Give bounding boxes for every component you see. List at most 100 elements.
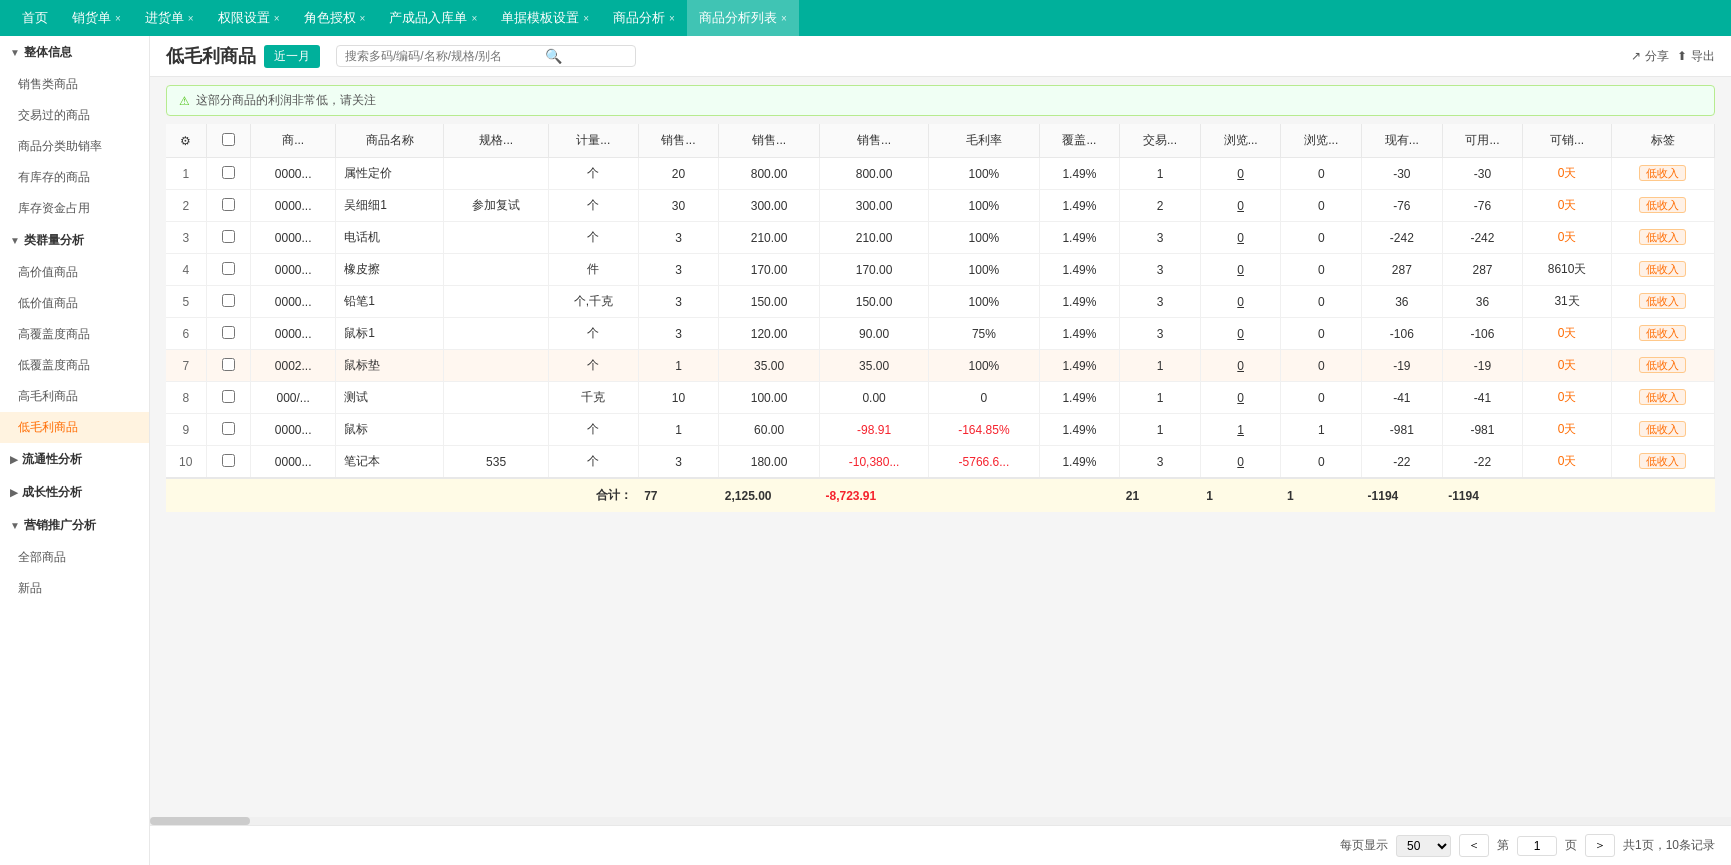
col-saleable[interactable]: 可销... (1523, 124, 1612, 158)
select-all-checkbox[interactable] (222, 133, 235, 146)
cell-checkbox-6[interactable] (206, 350, 251, 382)
cell-view1-5[interactable]: 0 (1200, 318, 1281, 350)
sidebar-item-high-value[interactable]: 高价值商品 (0, 257, 149, 288)
col-tag[interactable]: 标签 (1611, 124, 1714, 158)
sidebar-item-high-margin[interactable]: 高毛利商品 (0, 381, 149, 412)
col-settings[interactable]: ⚙ (166, 124, 206, 158)
col-sale-price[interactable]: 销售... (719, 124, 820, 158)
nav-purchase-order[interactable]: 进货单 × (133, 0, 206, 36)
close-permission-icon[interactable]: × (274, 13, 280, 24)
cell-checkbox-3[interactable] (206, 254, 251, 286)
export-button[interactable]: ⬆ 导出 (1677, 48, 1715, 65)
row-checkbox-8[interactable] (222, 422, 235, 435)
col-trade-count[interactable]: 交易... (1120, 124, 1201, 158)
row-checkbox-5[interactable] (222, 326, 235, 339)
nav-product-analysis[interactable]: 商品分析 × (601, 0, 687, 36)
row-checkbox-3[interactable] (222, 262, 235, 275)
sidebar-item-low-margin[interactable]: 低毛利商品 (0, 412, 149, 443)
nav-sales-order[interactable]: 销货单 × (60, 0, 133, 36)
cell-checkbox-4[interactable] (206, 286, 251, 318)
page-input[interactable] (1517, 836, 1557, 856)
scrollbar-thumb[interactable] (150, 817, 250, 825)
cell-checkbox-7[interactable] (206, 382, 251, 414)
cell-sale-amount-5: 90.00 (819, 318, 928, 350)
cell-view1-9[interactable]: 0 (1200, 446, 1281, 479)
cell-checkbox-8[interactable] (206, 414, 251, 446)
sidebar-group-cluster[interactable]: ▼ 类群量分析 (0, 224, 149, 257)
nav-home[interactable]: 首页 (10, 0, 60, 36)
col-view1[interactable]: 浏览... (1200, 124, 1281, 158)
horizontal-scrollbar[interactable] (150, 817, 1731, 825)
col-unit[interactable]: 计量... (548, 124, 638, 158)
settings-icon[interactable]: ⚙ (180, 134, 191, 148)
row-checkbox-4[interactable] (222, 294, 235, 307)
cell-view1-7[interactable]: 0 (1200, 382, 1281, 414)
row-checkbox-0[interactable] (222, 166, 235, 179)
col-coverage[interactable]: 覆盖... (1039, 124, 1120, 158)
cell-checkbox-0[interactable] (206, 158, 251, 190)
close-analysis-list-icon[interactable]: × (781, 13, 787, 24)
close-template-icon[interactable]: × (583, 13, 589, 24)
row-checkbox-6[interactable] (222, 358, 235, 371)
col-current[interactable]: 现有... (1362, 124, 1443, 158)
row-checkbox-9[interactable] (222, 454, 235, 467)
sidebar-item-high-coverage[interactable]: 高覆盖度商品 (0, 319, 149, 350)
row-checkbox-1[interactable] (222, 198, 235, 211)
share-button[interactable]: ↗ 分享 (1631, 48, 1669, 65)
cell-checkbox-9[interactable] (206, 446, 251, 479)
sidebar-item-all-goods[interactable]: 全部商品 (0, 542, 149, 573)
search-input[interactable] (345, 49, 545, 63)
col-sale-amount[interactable]: 销售... (819, 124, 928, 158)
sidebar-group-marketing[interactable]: ▼ 营销推广分析 (0, 509, 149, 542)
nav-permission[interactable]: 权限设置 × (206, 0, 292, 36)
sidebar-item-low-coverage[interactable]: 低覆盖度商品 (0, 350, 149, 381)
close-sales-order-icon[interactable]: × (115, 13, 121, 24)
col-available[interactable]: 可用... (1442, 124, 1523, 158)
sidebar-item-category-rate[interactable]: 商品分类助销率 (0, 131, 149, 162)
row-num-4: 5 (182, 295, 189, 309)
row-checkbox-2[interactable] (222, 230, 235, 243)
col-gross-rate[interactable]: 毛利率 (929, 124, 1039, 158)
col-checkbox[interactable] (206, 124, 251, 158)
col-spec[interactable]: 规格... (444, 124, 549, 158)
sidebar-item-in-stock[interactable]: 有库存的商品 (0, 162, 149, 193)
col-code[interactable]: 商... (251, 124, 336, 158)
sidebar-item-low-value[interactable]: 低价值商品 (0, 288, 149, 319)
cell-sale-qty-5: 3 (638, 318, 719, 350)
row-checkbox-7[interactable] (222, 390, 235, 403)
sidebar-item-inventory-funds[interactable]: 库存资金占用 (0, 193, 149, 224)
cell-view1-2[interactable]: 0 (1200, 222, 1281, 254)
close-analysis-icon[interactable]: × (669, 13, 675, 24)
nav-product-inbound[interactable]: 产成品入库单 × (377, 0, 489, 36)
sidebar-group-overall[interactable]: ▼ 整体信息 (0, 36, 149, 69)
close-role-auth-icon[interactable]: × (360, 13, 366, 24)
cell-view1-0[interactable]: 0 (1200, 158, 1281, 190)
sidebar-group-growth[interactable]: ▶ 成长性分析 (0, 476, 149, 509)
nav-template-settings[interactable]: 单据模板设置 × (489, 0, 601, 36)
col-sale-qty[interactable]: 销售... (638, 124, 719, 158)
nav-analysis-list[interactable]: 商品分析列表 × (687, 0, 799, 36)
cell-checkbox-2[interactable] (206, 222, 251, 254)
per-page-select[interactable]: 50 100 200 (1396, 835, 1451, 857)
prev-page-button[interactable]: ＜ (1459, 834, 1489, 857)
sidebar-item-traded-goods[interactable]: 交易过的商品 (0, 100, 149, 131)
nav-role-auth[interactable]: 角色授权 × (292, 0, 378, 36)
cell-view1-4[interactable]: 0 (1200, 286, 1281, 318)
cell-checkbox-1[interactable] (206, 190, 251, 222)
col-view2[interactable]: 浏览... (1281, 124, 1362, 158)
col-name[interactable]: 商品名称 (336, 124, 444, 158)
cell-view1-6[interactable]: 0 (1200, 350, 1281, 382)
period-button[interactable]: 近一月 (264, 45, 320, 68)
close-purchase-order-icon[interactable]: × (188, 13, 194, 24)
sidebar-group-circulation[interactable]: ▶ 流通性分析 (0, 443, 149, 476)
cell-checkbox-5[interactable] (206, 318, 251, 350)
cell-view1-1[interactable]: 0 (1200, 190, 1281, 222)
cell-view1-8[interactable]: 1 (1200, 414, 1281, 446)
sidebar-item-sales-goods[interactable]: 销售类商品 (0, 69, 149, 100)
cell-code-2: 0000... (251, 222, 336, 254)
sidebar-item-new-goods[interactable]: 新品 (0, 573, 149, 604)
cell-view1-3[interactable]: 0 (1200, 254, 1281, 286)
search-icon[interactable]: 🔍 (545, 48, 562, 64)
next-page-button[interactable]: ＞ (1585, 834, 1615, 857)
close-product-inbound-icon[interactable]: × (471, 13, 477, 24)
